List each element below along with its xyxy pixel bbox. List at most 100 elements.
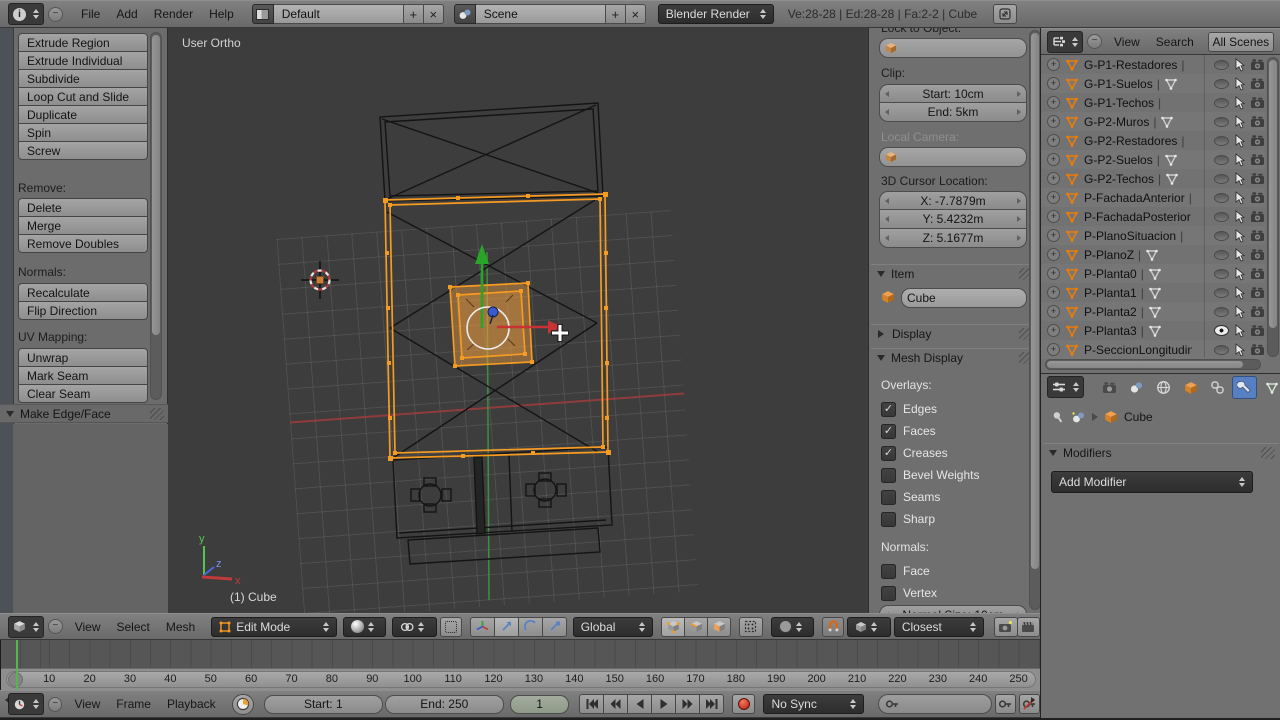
renderability-camera-icon[interactable] (1250, 229, 1265, 242)
renderability-camera-icon[interactable] (1250, 191, 1265, 204)
visibility-eye-icon[interactable] (1214, 97, 1229, 108)
keying-set-field[interactable] (877, 694, 992, 714)
pin-icon[interactable] (1048, 407, 1067, 426)
tool-button[interactable]: Clear Seam (18, 384, 148, 403)
item-panel-header[interactable]: Item (871, 264, 1037, 283)
visibility-eye-icon[interactable] (1214, 173, 1229, 184)
start-frame-field[interactable]: Start: 1 (263, 694, 383, 714)
visibility-eye-icon[interactable] (1214, 249, 1229, 260)
editor-type-button[interactable] (1047, 376, 1084, 398)
selectability-cursor-icon[interactable] (1235, 57, 1245, 72)
tool-button[interactable]: Mark Seam (18, 366, 148, 385)
cursor-z-field[interactable]: Z: 5.1677m (879, 229, 1027, 248)
visibility-eye-icon[interactable] (1214, 230, 1229, 241)
overlay-checkbox[interactable]: ✓ Seams (881, 486, 979, 508)
selectability-cursor-icon[interactable] (1235, 171, 1245, 186)
visibility-eye-icon[interactable] (1214, 325, 1229, 336)
normal-size-field[interactable]: Normal Size: 10cm (879, 605, 1027, 613)
modifiers-panel-header[interactable]: Modifiers (1043, 443, 1279, 462)
outliner-row[interactable]: + P-FachadaPosterior | (1041, 207, 1265, 226)
tool-button[interactable]: Merge (18, 216, 148, 235)
proportional-edit-select[interactable] (770, 616, 814, 637)
outliner-row[interactable]: + P-Planta0 | (1041, 264, 1265, 283)
selectability-cursor-icon[interactable] (1235, 323, 1245, 338)
tab-object[interactable] (1178, 376, 1203, 399)
visibility-eye-icon[interactable] (1214, 135, 1229, 146)
outliner-row[interactable]: + G-P2-Techos | (1041, 169, 1265, 188)
selectability-cursor-icon[interactable] (1235, 285, 1245, 300)
editor-type-button[interactable]: i (8, 3, 44, 25)
outliner-row[interactable]: + G-P2-Restadores | (1041, 131, 1265, 150)
outliner-row[interactable]: + P-PlanoSituacion | (1041, 226, 1265, 245)
renderability-camera-icon[interactable] (1250, 134, 1265, 147)
selectability-cursor-icon[interactable] (1235, 133, 1245, 148)
outliner-row[interactable]: + G-P2-Suelos | (1041, 150, 1265, 169)
render-engine-select[interactable]: Blender Render (657, 4, 774, 24)
viewport-3d[interactable]: User Ortho y x z (1) Cube (168, 28, 868, 613)
outliner-row[interactable]: + P-Planta3 | (1041, 321, 1265, 340)
tool-button[interactable]: Remove Doubles (18, 234, 148, 253)
menu-item[interactable]: Frame (108, 697, 159, 711)
display-scope-select[interactable]: All Scenes (1207, 31, 1274, 52)
selectability-cursor-icon[interactable] (1235, 152, 1245, 167)
visibility-eye-icon[interactable] (1214, 116, 1229, 127)
snap-element-select[interactable] (847, 616, 891, 637)
outliner-row[interactable]: + G-P1-Suelos | (1041, 74, 1265, 93)
next-keyframe-button[interactable] (675, 694, 701, 714)
menu-item[interactable]: Help (201, 7, 242, 21)
window-duplicate-icon[interactable] (993, 4, 1018, 24)
visibility-eye-icon[interactable] (1214, 287, 1229, 298)
outliner-row[interactable]: + G-P1-Restadores | (1041, 55, 1265, 74)
viewport-shading-select[interactable] (342, 616, 386, 637)
selectability-cursor-icon[interactable] (1235, 190, 1245, 205)
expand-icon[interactable]: + (1047, 267, 1060, 280)
selectability-cursor-icon[interactable] (1235, 209, 1245, 224)
rotate-manipulator-button[interactable] (517, 616, 543, 637)
tab-scene[interactable] (1124, 376, 1149, 399)
renderability-camera-icon[interactable] (1250, 172, 1265, 185)
menu-item[interactable]: View (1106, 35, 1148, 49)
renderability-camera-icon[interactable] (1250, 286, 1265, 299)
editor-type-button[interactable] (1047, 30, 1083, 53)
renderability-camera-icon[interactable] (1250, 58, 1265, 71)
menu-item[interactable]: Select (108, 620, 157, 634)
translate-manipulator-button[interactable] (493, 616, 519, 637)
tool-button[interactable]: Subdivide (18, 69, 148, 88)
expand-icon[interactable]: + (1047, 305, 1060, 318)
expand-icon[interactable]: + (1047, 58, 1060, 71)
display-panel-header[interactable]: Display (871, 324, 1037, 343)
tool-shelf-scrollbar[interactable] (150, 32, 162, 400)
selectability-cursor-icon[interactable] (1235, 228, 1245, 243)
renderability-camera-icon[interactable] (1250, 77, 1265, 90)
tool-button[interactable]: Recalculate (18, 283, 148, 302)
play-button[interactable] (651, 694, 677, 714)
tab-data[interactable] (1259, 376, 1280, 399)
center-points-toggle[interactable] (440, 616, 462, 637)
outliner-row[interactable]: + P-FachadaAnterior | (1041, 188, 1265, 207)
item-name-field[interactable]: Cube (901, 288, 1027, 308)
outliner-row[interactable]: + P-SeccionLongitudin | (1041, 340, 1265, 359)
tool-button[interactable]: Flip Direction (18, 301, 148, 320)
pivot-point-select[interactable] (391, 616, 438, 637)
overlay-checkbox[interactable]: ✓ Bevel Weights (881, 464, 979, 486)
renderability-camera-icon[interactable] (1250, 248, 1265, 261)
screen-layout-field[interactable]: Default (273, 4, 404, 24)
tool-button[interactable]: Spin (18, 123, 148, 142)
opengl-render-icon[interactable] (994, 616, 1018, 637)
timeline-ruler[interactable]: 10 20 30 40 50 60 70 80 90 100 110 120 130 140 150 160 1… (1, 668, 1040, 690)
expand-icon[interactable]: + (1047, 324, 1060, 337)
visibility-eye-icon[interactable] (1214, 154, 1229, 165)
add-scene-button[interactable]: + (605, 4, 626, 24)
renderability-camera-icon[interactable] (1250, 324, 1265, 337)
collapse-menus-button[interactable]: − (48, 696, 63, 712)
selectability-cursor-icon[interactable] (1235, 76, 1245, 91)
expand-icon[interactable]: + (1047, 172, 1060, 185)
expand-icon[interactable]: + (1047, 229, 1060, 242)
tool-button[interactable]: Delete (18, 198, 148, 217)
visibility-eye-icon[interactable] (1214, 344, 1229, 355)
editor-type-button[interactable] (8, 615, 44, 638)
overlay-checkbox[interactable]: ✓ Faces (881, 420, 979, 442)
delete-keyframe-icon[interactable] (1018, 694, 1040, 714)
expand-icon[interactable]: + (1047, 96, 1060, 109)
visibility-eye-icon[interactable] (1214, 78, 1229, 89)
